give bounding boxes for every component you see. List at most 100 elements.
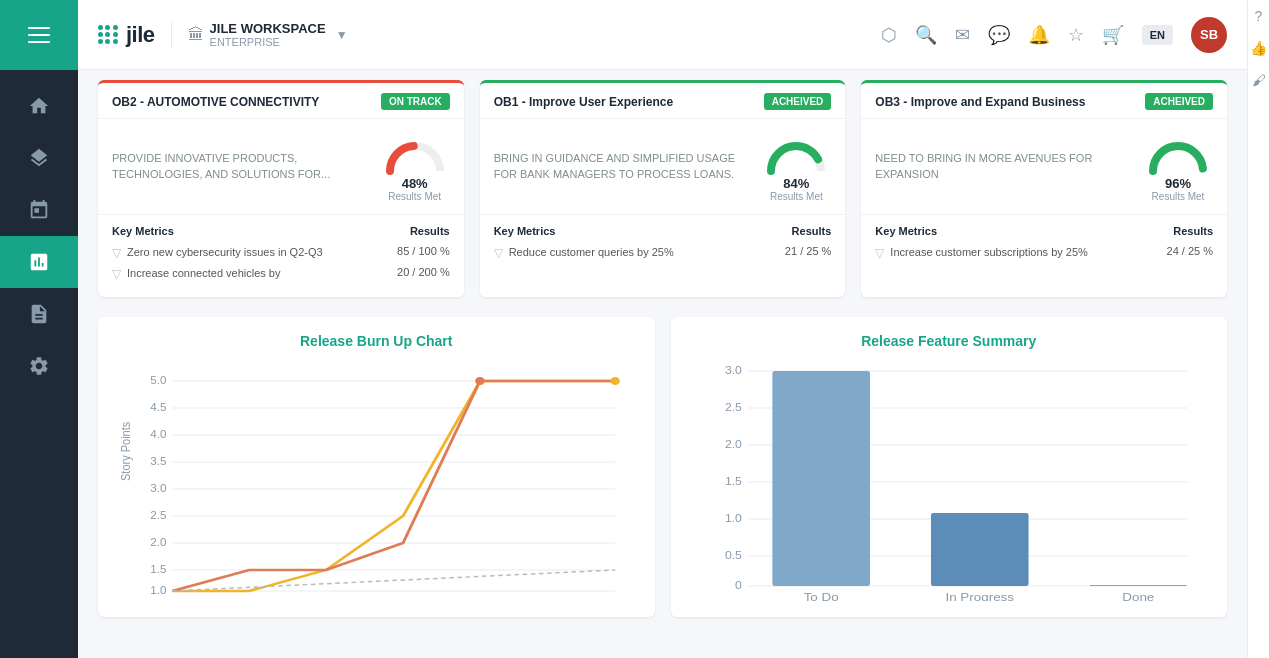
bell-icon[interactable]: 🔔 (1028, 24, 1050, 46)
sidebar (0, 0, 78, 658)
burn-up-chart-area: 5.0 4.5 4.0 3.5 3.0 2.5 2.0 1.5 1.0 (114, 361, 639, 601)
mail-icon[interactable]: ✉ (955, 24, 970, 46)
org-chart-icon[interactable]: ⬡ (881, 24, 897, 46)
okr-card-ob3-title: OB3 - Improve and Expand Business (875, 95, 1085, 109)
okr-card-ob3-metrics: Key Metrics Results ▽ Increase customer … (861, 215, 1227, 276)
okr-card-ob1-desc: Bring in guidance and simplified usage f… (494, 151, 752, 182)
svg-point-20 (611, 377, 620, 385)
okr-card-ob3-desc: Need to bring in more avenues for expans… (875, 151, 1133, 182)
okr-card-ob1-status: ACHEIVED (764, 93, 832, 110)
okr-card-ob3: OB3 - Improve and Expand Business ACHEIV… (861, 80, 1227, 297)
charts-row: Release Burn Up Chart (98, 317, 1227, 617)
main-content: jile 🏛 JILE WORKSPACE ENTERPRISE ▼ ⬡ 🔍 ✉… (78, 0, 1247, 658)
feature-summary-chart-title: Release Feature Summary (687, 333, 1212, 349)
svg-text:4.0: 4.0 (150, 429, 166, 440)
okr-card-ob2-results-label: Results Met (388, 191, 441, 202)
metric-row: ▽ Increase connected vehicles by 20 / 20… (112, 266, 450, 281)
svg-text:3.5: 3.5 (150, 456, 166, 467)
sidebar-item-calendar[interactable] (0, 184, 78, 236)
svg-text:1.5: 1.5 (724, 476, 741, 487)
svg-text:Done: Done (1122, 591, 1154, 601)
search-icon[interactable]: 🔍 (915, 24, 937, 46)
metric-row: ▽ Reduce customer queries by 25% 21 / 25… (494, 245, 832, 260)
svg-point-21 (475, 377, 484, 385)
feature-summary-chart-card: Release Feature Summary (671, 317, 1228, 617)
trophy-icon: ▽ (112, 267, 121, 281)
okr-card-ob3-body: Need to bring in more avenues for expans… (861, 119, 1227, 215)
okr-card-ob2-status: ON TRACK (381, 93, 450, 110)
trophy-icon: ▽ (112, 246, 121, 260)
topbar: jile 🏛 JILE WORKSPACE ENTERPRISE ▼ ⬡ 🔍 ✉… (78, 0, 1247, 70)
user-avatar[interactable]: SB (1191, 17, 1227, 53)
hamburger-icon[interactable] (28, 27, 50, 43)
okr-card-ob1-results-label: Results Met (770, 191, 823, 202)
okr-card-ob1-pct: 84% (783, 176, 809, 191)
okr-card-ob1-metrics-header: Key Metrics Results (494, 225, 832, 237)
svg-text:0.5: 0.5 (724, 550, 741, 561)
okr-cards: OB2 - AUTOMOTIVE CONNECTIVITY ON TRACK P… (98, 70, 1227, 297)
sidebar-logo (0, 0, 78, 70)
sidebar-nav (0, 70, 78, 392)
sidebar-item-layers[interactable] (0, 132, 78, 184)
okr-card-ob3-results-label: Results Met (1152, 191, 1205, 202)
topbar-logo: jile (98, 22, 155, 48)
trophy-icon: ▽ (494, 246, 503, 260)
svg-text:4.5: 4.5 (150, 402, 166, 413)
okr-card-ob2: OB2 - AUTOMOTIVE CONNECTIVITY ON TRACK P… (98, 80, 464, 297)
workspace-type: ENTERPRISE (210, 36, 326, 48)
svg-text:In Progress: In Progress (945, 591, 1014, 601)
okr-card-ob1-body: Bring in guidance and simplified usage f… (480, 119, 846, 215)
thumbs-up-icon[interactable]: 👍 (1250, 40, 1267, 56)
svg-text:2.0: 2.0 (724, 439, 741, 450)
svg-text:To Do: To Do (803, 591, 838, 601)
sidebar-item-document[interactable] (0, 288, 78, 340)
workspace-name: JILE WORKSPACE (210, 21, 326, 36)
feature-summary-chart-area: 3.0 2.5 2.0 1.5 1.0 0.5 0 (687, 361, 1212, 601)
trophy-icon: ▽ (875, 246, 884, 260)
burn-up-chart-title: Release Burn Up Chart (114, 333, 639, 349)
chat-icon[interactable]: 💬 (988, 24, 1010, 46)
svg-text:3.0: 3.0 (724, 365, 741, 376)
svg-text:3.0: 3.0 (150, 483, 166, 494)
svg-text:Story Points: Story Points (119, 422, 134, 481)
right-panel: ? 👍 🖌 (1247, 0, 1269, 658)
svg-text:5.0: 5.0 (150, 375, 166, 386)
workspace-selector[interactable]: 🏛 JILE WORKSPACE ENTERPRISE ▼ (171, 21, 348, 48)
logo-dots (98, 25, 118, 45)
sidebar-item-chart[interactable] (0, 236, 78, 288)
okr-card-ob2-pct: 48% (402, 176, 428, 191)
sidebar-item-home[interactable] (0, 80, 78, 132)
okr-card-ob1-title: OB1 - Improve User Experience (494, 95, 673, 109)
logo-text: jile (126, 22, 155, 48)
lang-badge[interactable]: EN (1142, 25, 1173, 45)
svg-text:2.5: 2.5 (150, 510, 166, 521)
okr-card-ob2-title: OB2 - AUTOMOTIVE CONNECTIVITY (112, 95, 319, 109)
okr-card-ob2-metrics: Key Metrics Results ▽ Zero new cybersecu… (98, 215, 464, 297)
svg-text:0: 0 (735, 580, 742, 591)
svg-text:2.0: 2.0 (150, 537, 166, 548)
okr-card-ob2-header: OB2 - AUTOMOTIVE CONNECTIVITY ON TRACK (98, 83, 464, 119)
okr-card-ob2-body: PROVIDE INNOVATIVE PRODUCTS, TECHNOLOGIE… (98, 119, 464, 215)
cart-icon[interactable]: 🛒 (1102, 24, 1124, 46)
okr-card-ob2-desc: PROVIDE INNOVATIVE PRODUCTS, TECHNOLOGIE… (112, 151, 370, 182)
paint-icon[interactable]: 🖌 (1252, 72, 1266, 88)
okr-card-ob1-header: OB1 - Improve User Experience ACHEIVED (480, 83, 846, 119)
building-icon: 🏛 (188, 26, 204, 44)
content-area: OB2 - AUTOMOTIVE CONNECTIVITY ON TRACK P… (78, 70, 1247, 658)
burn-up-chart-card: Release Burn Up Chart (98, 317, 655, 617)
help-icon[interactable]: ? (1255, 8, 1263, 24)
workspace-info: JILE WORKSPACE ENTERPRISE (210, 21, 326, 48)
svg-text:2.5: 2.5 (724, 402, 741, 413)
okr-card-ob3-pct: 96% (1165, 176, 1191, 191)
okr-card-ob1: OB1 - Improve User Experience ACHEIVED B… (480, 80, 846, 297)
workspace-dropdown-arrow: ▼ (336, 28, 348, 42)
svg-rect-38 (1089, 585, 1187, 586)
metric-row: ▽ Zero new cybersecurity issues in Q2-Q3… (112, 245, 450, 260)
okr-card-ob2-gauge: 48% Results Met (380, 131, 450, 202)
star-icon[interactable]: ☆ (1068, 24, 1084, 46)
svg-text:1.5: 1.5 (150, 564, 166, 575)
sidebar-item-settings[interactable] (0, 340, 78, 392)
okr-card-ob2-metrics-header: Key Metrics Results (112, 225, 450, 237)
metric-row: ▽ Increase customer subscriptions by 25%… (875, 245, 1213, 260)
svg-rect-36 (772, 371, 870, 586)
